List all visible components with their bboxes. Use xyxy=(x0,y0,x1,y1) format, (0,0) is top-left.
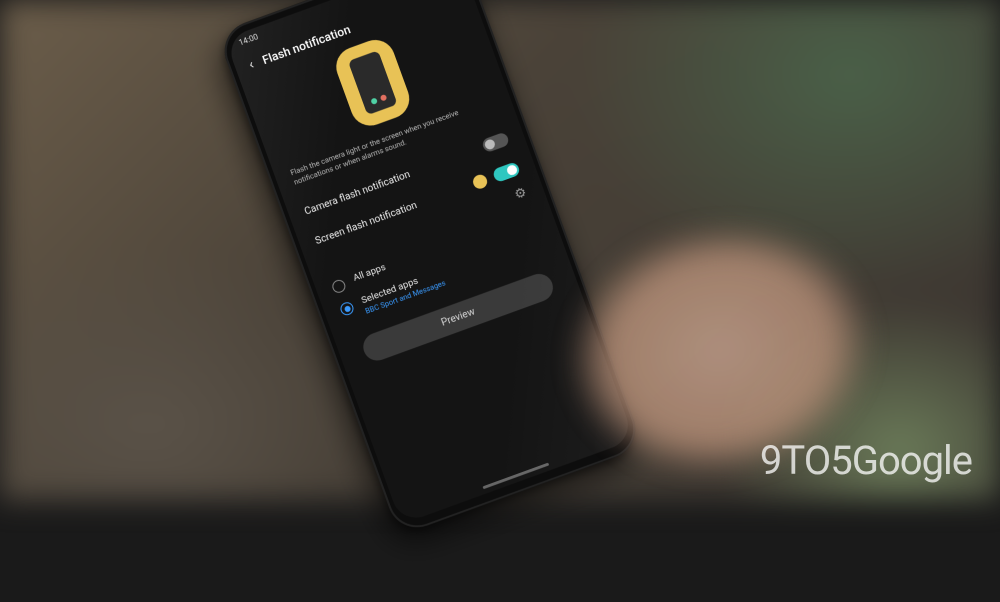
back-icon[interactable]: ‹ xyxy=(247,57,256,73)
color-swatch-icon[interactable] xyxy=(471,173,489,191)
radio-icon[interactable] xyxy=(339,301,356,318)
status-time: 14:00 xyxy=(238,32,260,47)
preview-button-label: Preview xyxy=(440,306,477,328)
watermark-logo: 9TO5Google xyxy=(760,437,972,484)
radio-icon[interactable] xyxy=(331,278,348,295)
screen-flash-toggle[interactable] xyxy=(492,161,521,183)
camera-flash-toggle[interactable] xyxy=(481,132,510,154)
radio-all-label: All apps xyxy=(352,262,388,284)
